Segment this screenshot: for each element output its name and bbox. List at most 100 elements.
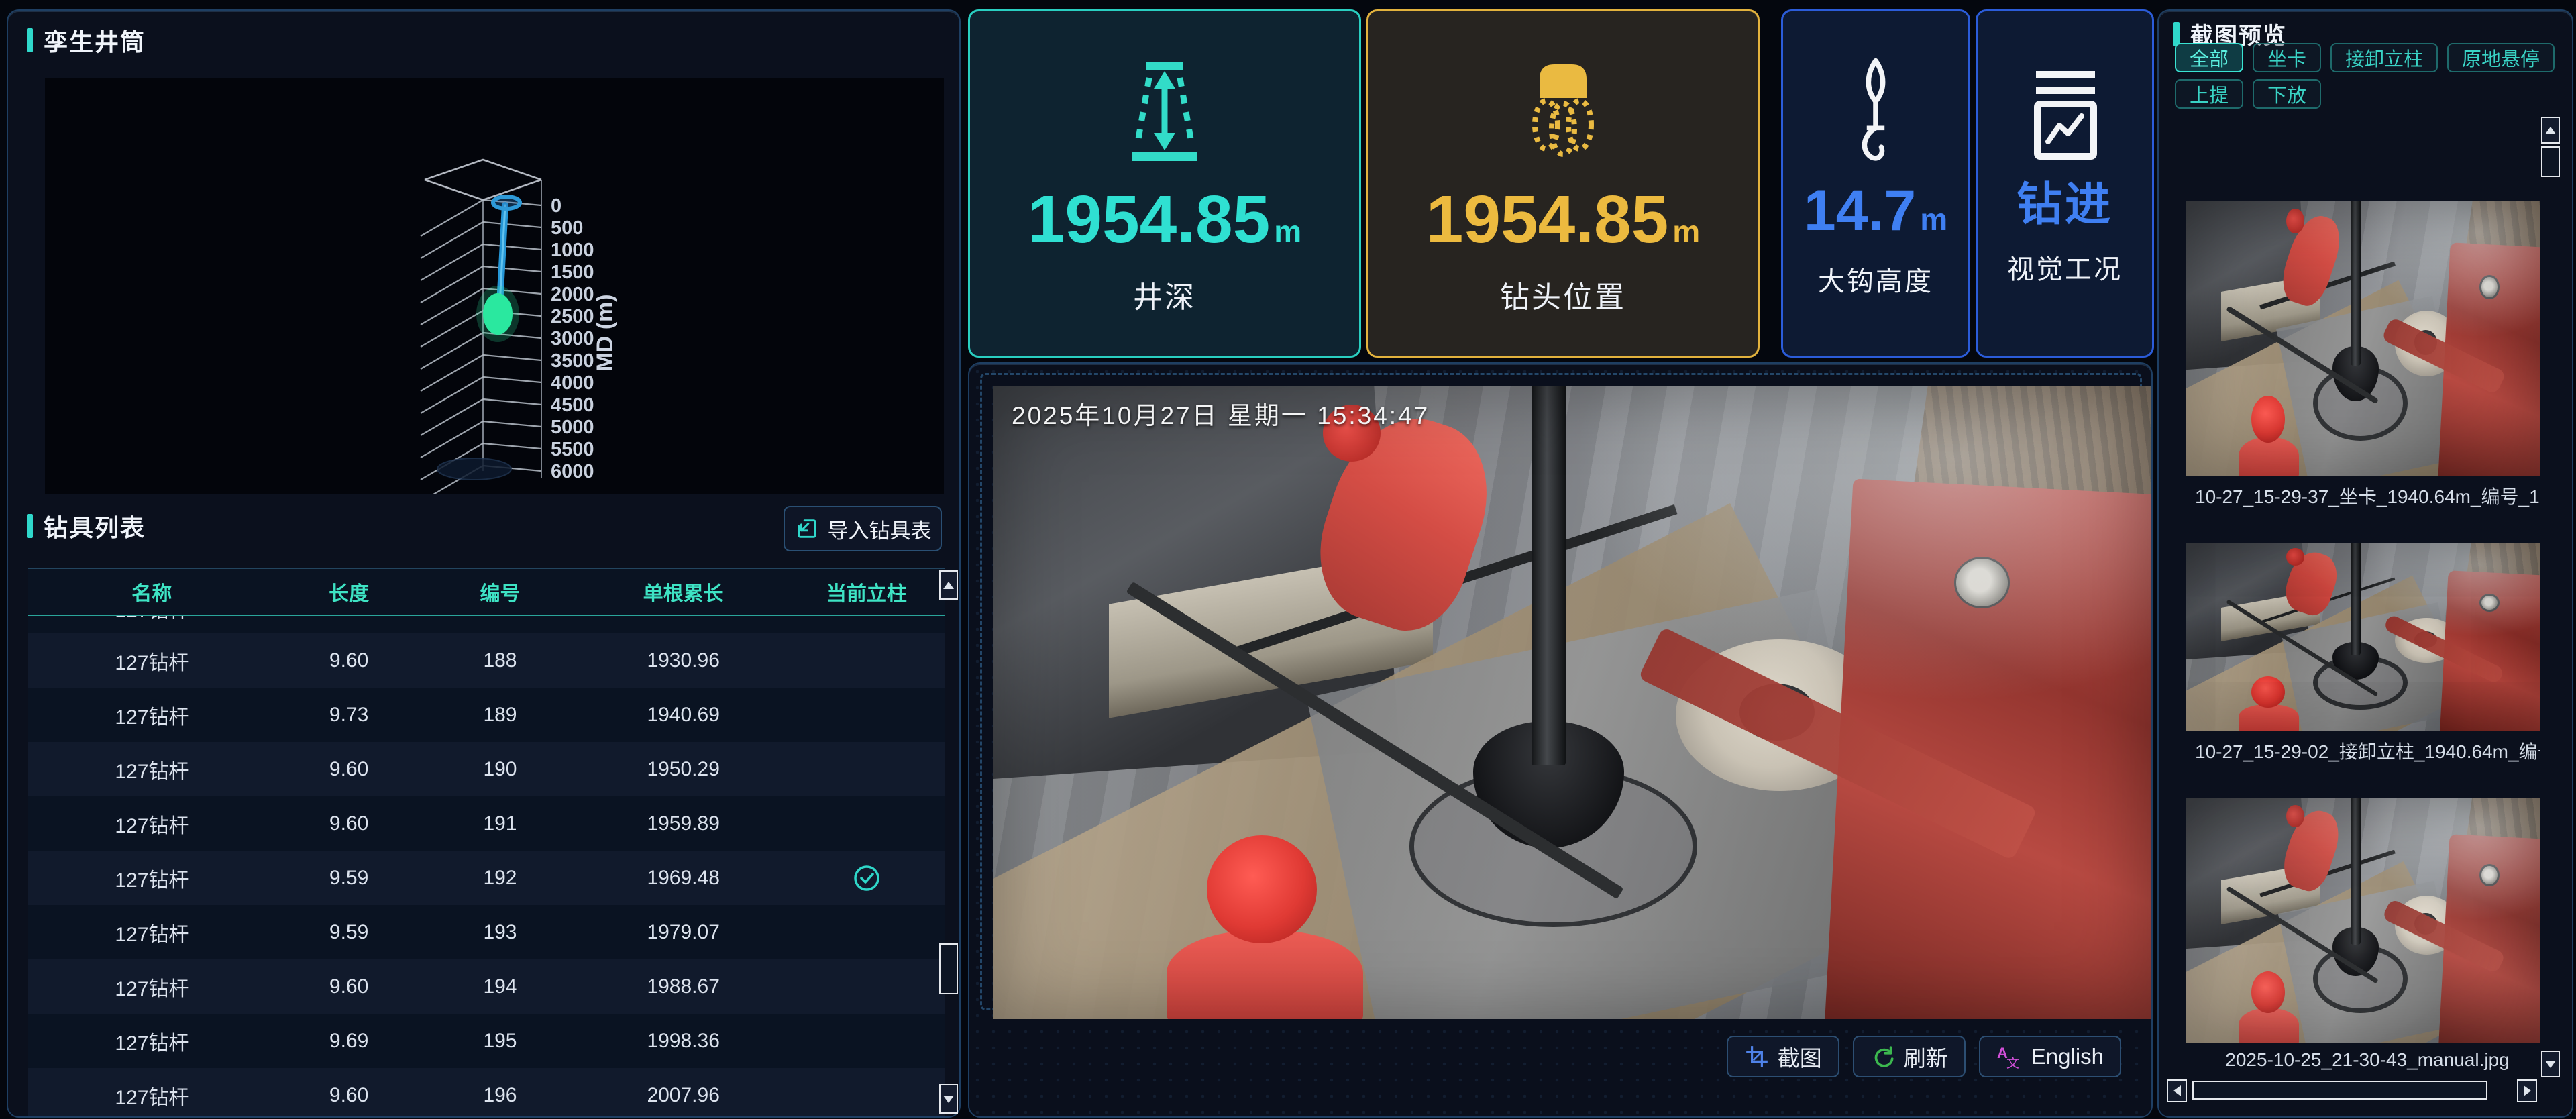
visual-condition-card: 钻进 视觉工况: [1976, 9, 2154, 358]
cell-cumulative: 1988.67: [578, 975, 789, 998]
wellbore-3d-view[interactable]: 0500100015002000250030003500400045005000…: [45, 78, 944, 494]
svg-text:5500: 5500: [551, 439, 594, 460]
well-depth-card: 1954.85 m 井深: [968, 9, 1361, 358]
column-header: 当前立柱: [789, 577, 945, 606]
scroll-down-button[interactable]: [939, 1084, 958, 1114]
screenshot-thumbnail[interactable]: 2025-10-25_21-30-43_manual.jpg: [2186, 798, 2540, 1071]
cell-cumulative: 1979.07: [578, 921, 789, 944]
card-label: 井深: [1133, 273, 1196, 316]
screenshot-preview-panel: 截图预览 全部坐卡接卸立柱原地悬停 上提下放 10-27_15-29-37_坐卡…: [2157, 9, 2573, 1118]
cell-length: 9.60: [276, 758, 423, 781]
column-header: 名称: [28, 577, 276, 606]
cell-cumulative: 1950.29: [578, 758, 789, 781]
refresh-button[interactable]: 刷新: [1853, 1036, 1966, 1077]
scrollbar-thumb[interactable]: [2192, 1081, 2487, 1100]
value-number: 1954.85: [1028, 186, 1270, 253]
up-arrow-icon: [943, 582, 954, 589]
scroll-down-button[interactable]: [2541, 1051, 2560, 1077]
scroll-up-button[interactable]: [939, 570, 958, 600]
cell-length: 9.60: [276, 1084, 423, 1107]
thumbnail-caption: 2025-10-25_21-30-43_manual.jpg: [2186, 1049, 2540, 1071]
left-arrow-icon: [2174, 1085, 2181, 1096]
table-row[interactable]: 127钻杆 9.69 195 1998.36: [28, 1014, 945, 1068]
cell-cumulative: 1921.36: [578, 616, 789, 620]
svg-text:3500: 3500: [551, 350, 594, 372]
table-row[interactable]: 127钻杆 9.59 193 1979.07: [28, 905, 945, 959]
svg-text:3000: 3000: [551, 328, 594, 350]
import-button-label: 导入钻具表: [828, 514, 932, 544]
vignette: [2186, 543, 2540, 731]
thumbnail-image: [2186, 201, 2540, 476]
scrollbar-thumb[interactable]: [939, 943, 958, 994]
table-row[interactable]: 127钻杆 9.60 194 1988.67: [28, 959, 945, 1014]
table-row[interactable]: 127钻杆 9.60 188 1930.96: [28, 633, 945, 688]
table-row[interactable]: 127钻杆 9.59 192 1969.48: [28, 851, 945, 905]
title-accent-bar: [27, 28, 33, 52]
cell-number: 191: [422, 812, 578, 835]
filter-chip[interactable]: 上提: [2175, 79, 2243, 109]
scroll-left-button[interactable]: [2167, 1079, 2187, 1102]
table-row-clipped-content: 127钻杆 9.60 187 1921.36: [28, 616, 945, 633]
import-drill-table-button[interactable]: 导入钻具表: [784, 506, 942, 551]
refresh-button-label: 刷新: [1904, 1041, 1948, 1073]
filter-chip[interactable]: 坐卡: [2253, 43, 2321, 72]
table-row-partial[interactable]: 127钻杆 9.60 187 1921.36: [28, 616, 945, 633]
cell-name: 127钻杆: [28, 863, 276, 893]
cell-cumulative: 1959.89: [578, 812, 789, 835]
cell-length: 9.60: [276, 812, 423, 835]
up-arrow-icon: [2545, 127, 2556, 134]
value-word: 钻进: [2017, 182, 2113, 227]
screenshot-thumbnail[interactable]: 10-27_15-29-02_接卸立柱_1940.64m_编号: [2186, 543, 2540, 764]
cell-number: 192: [422, 867, 578, 890]
filter-chip[interactable]: 下放: [2253, 79, 2321, 109]
screenshot-button[interactable]: 截图: [1727, 1036, 1839, 1077]
value-unit: m: [1672, 216, 1700, 247]
drill-table-header: 名称长度编号单根累长当前立柱: [28, 569, 945, 616]
filter-chip[interactable]: 全部: [2175, 43, 2243, 72]
filter-chip[interactable]: 原地悬停: [2447, 43, 2555, 72]
video-toolbar: 截图 刷新 A 文 English: [1727, 1036, 2121, 1077]
cell-length: 9.60: [276, 616, 423, 620]
cell-name: 127钻杆: [28, 809, 276, 839]
translate-icon: A 文: [1996, 1044, 2023, 1069]
table-scrollbar[interactable]: [939, 570, 958, 1114]
filter-chip[interactable]: 接卸立柱: [2330, 43, 2438, 72]
svg-text:2500: 2500: [551, 306, 594, 327]
cell-name: 127钻杆: [28, 616, 276, 623]
down-arrow-icon: [2545, 1061, 2556, 1068]
table-row[interactable]: 127钻杆 9.60 196 2007.96: [28, 1068, 945, 1116]
scroll-right-button[interactable]: [2517, 1079, 2537, 1102]
video-frame: 2025年10月27日 星期一 15:34:47: [980, 373, 2142, 1010]
cell-number: 189: [422, 704, 578, 727]
current-stand-check-icon: [852, 863, 881, 893]
cell-current: [789, 1081, 945, 1110]
cell-length: 9.59: [276, 921, 423, 944]
preview-scrollbar-vertical[interactable]: [2541, 117, 2560, 1077]
prism-top-edge: [425, 180, 541, 200]
table-row[interactable]: 127钻杆 9.60 190 1950.29: [28, 742, 945, 796]
hook-height-value: 14.7 m: [1804, 182, 1947, 239]
cell-name: 127钻杆: [28, 1026, 276, 1056]
scrollbar-thumb[interactable]: [2541, 146, 2560, 177]
language-toggle-button[interactable]: A 文 English: [1979, 1036, 2121, 1077]
card-label: 大钩高度: [1818, 260, 1933, 299]
twin-wellbore-panel: 孪生井筒 05001000150020002500300035004000450…: [7, 9, 961, 1118]
column-header: 单根累长: [578, 577, 789, 606]
drill-bit-icon: [1513, 54, 1613, 168]
svg-text:6000: 6000: [551, 461, 594, 482]
import-icon: [794, 516, 820, 541]
hook-height-card: 14.7 m 大钩高度: [1781, 9, 1970, 358]
wellhead-ring: [493, 197, 520, 209]
cell-length: 9.60: [276, 649, 423, 672]
table-row[interactable]: 127钻杆 9.73 189 1940.69: [28, 688, 945, 742]
preview-scrollbar-horizontal[interactable]: [2167, 1079, 2537, 1102]
cell-current: [789, 1026, 945, 1056]
column-header: 编号: [422, 577, 578, 606]
vignette: [993, 386, 2151, 1019]
value-unit: m: [1274, 216, 1301, 247]
visual-condition-value: 钻进: [2017, 182, 2113, 227]
table-row[interactable]: 127钻杆 9.60 191 1959.89: [28, 796, 945, 851]
svg-text:1000: 1000: [551, 239, 594, 261]
scroll-up-button[interactable]: [2541, 117, 2560, 144]
screenshot-thumbnail[interactable]: 10-27_15-29-37_坐卡_1940.64m_编号_1: [2186, 201, 2540, 509]
